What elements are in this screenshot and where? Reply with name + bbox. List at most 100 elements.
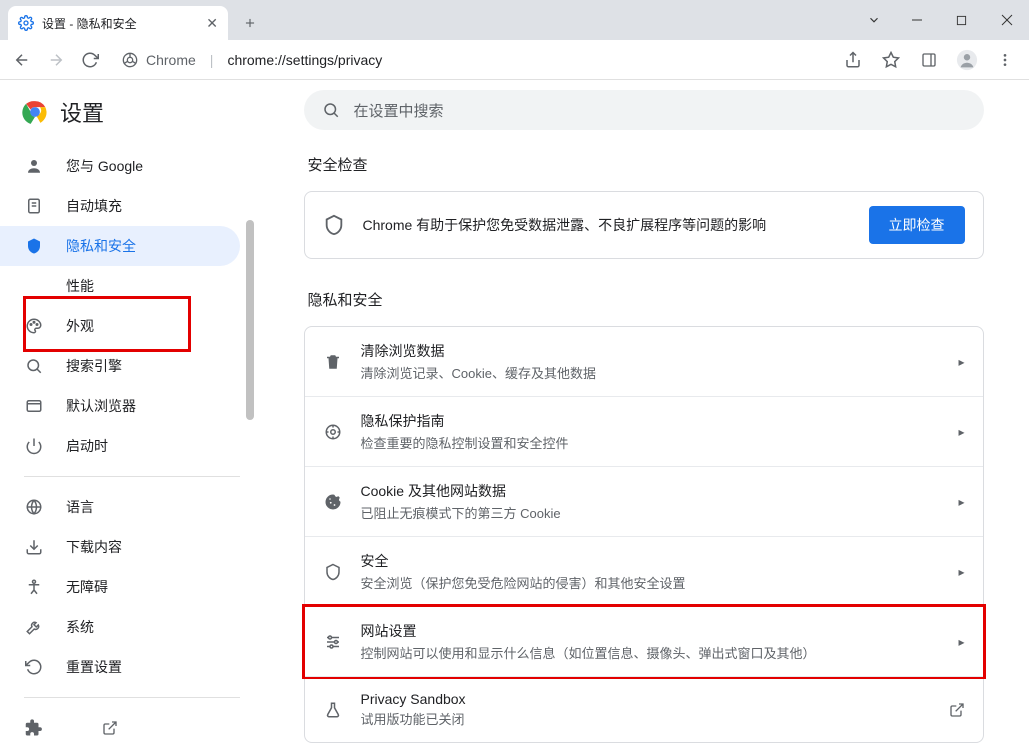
row-title: 清除浏览数据 — [361, 341, 941, 361]
sidebar-item-label: 性能 — [66, 276, 94, 296]
settings-sidebar: 设置 您与 Google 自动填充 隐私和安全 性能 外观 搜索引擎 默认浏览器… — [0, 80, 258, 749]
autofill-icon — [24, 196, 44, 216]
tab-title: 设置 - 隐私和安全 — [42, 15, 137, 32]
privacy-heading: 隐私和安全 — [308, 289, 984, 310]
sidebar-item-system[interactable]: 系统 — [0, 607, 240, 647]
sidebar-item-startup[interactable]: 启动时 — [0, 426, 240, 466]
sidebar-item-accessibility[interactable]: 无障碍 — [0, 567, 240, 607]
sidebar-item-label: 外观 — [66, 316, 94, 336]
row-clear-browsing-data[interactable]: 清除浏览数据清除浏览记录、Cookie、缓存及其他数据 ▸ — [305, 327, 983, 396]
shield-icon — [323, 214, 345, 236]
row-privacy-guide[interactable]: 隐私保护指南检查重要的隐私控制设置和安全控件 ▸ — [305, 396, 983, 466]
sidebar-item-label: 系统 — [66, 617, 94, 637]
shield-icon — [24, 236, 44, 256]
sidebar-item-downloads[interactable]: 下载内容 — [0, 527, 240, 567]
power-icon — [24, 436, 44, 456]
accessibility-icon — [24, 577, 44, 597]
bookmark-button[interactable] — [875, 44, 907, 76]
row-subtitle: 清除浏览记录、Cookie、缓存及其他数据 — [361, 363, 941, 382]
nav-back-button[interactable] — [8, 46, 36, 74]
download-icon — [24, 537, 44, 557]
external-link-icon — [102, 720, 118, 736]
sidebar-item-label: 语言 — [66, 497, 94, 517]
row-subtitle: 控制网站可以使用和显示什么信息（如位置信息、摄像头、弹出式窗口及其他） — [361, 643, 941, 662]
sidebar-item-reset[interactable]: 重置设置 — [0, 647, 240, 687]
new-tab-button[interactable] — [236, 9, 264, 37]
url-schema-label: Chrome — [146, 52, 196, 68]
chrome-page-icon — [122, 52, 138, 68]
external-link-icon — [949, 702, 965, 718]
security-check-text: Chrome 有助于保护您免受数据泄露、不良扩展程序等问题的影响 — [363, 215, 851, 235]
security-check-button[interactable]: 立即检查 — [869, 206, 965, 244]
row-subtitle: 试用版功能已关闭 — [361, 709, 931, 728]
wrench-icon — [24, 617, 44, 637]
browser-tab[interactable]: 设置 - 隐私和安全 ✕ — [8, 6, 228, 40]
privacy-list: 清除浏览数据清除浏览记录、Cookie、缓存及其他数据 ▸ 隐私保护指南检查重要… — [304, 326, 984, 743]
sidebar-item-languages[interactable]: 语言 — [0, 487, 240, 527]
tab-search-button[interactable] — [854, 5, 894, 35]
url-separator: | — [210, 52, 214, 68]
sidebar-item-label: 无障碍 — [66, 577, 108, 597]
sidebar-item-search[interactable]: 搜索引擎 — [0, 346, 240, 386]
palette-icon — [24, 316, 44, 336]
share-button[interactable] — [837, 44, 869, 76]
privacy-guide-icon — [323, 422, 343, 442]
shield-icon — [323, 562, 343, 582]
extension-icon — [24, 718, 44, 738]
chevron-right-icon: ▸ — [958, 565, 964, 579]
browser-icon — [24, 396, 44, 416]
chevron-right-icon: ▸ — [958, 495, 964, 509]
sidebar-item-performance[interactable]: 性能 — [0, 266, 240, 306]
sidebar-divider — [24, 697, 240, 698]
restore-icon — [24, 657, 44, 677]
nav-forward-button[interactable] — [42, 46, 70, 74]
sidebar-item-you-and-google[interactable]: 您与 Google — [0, 146, 240, 186]
window-controls — [854, 0, 1029, 40]
row-subtitle: 检查重要的隐私控制设置和安全控件 — [361, 433, 941, 452]
sidebar-item-label: 启动时 — [66, 436, 108, 456]
search-placeholder: 在设置中搜索 — [354, 100, 444, 121]
search-icon — [322, 101, 340, 119]
sidebar-item-privacy[interactable]: 隐私和安全 — [0, 226, 240, 266]
window-close-button[interactable] — [984, 5, 1029, 35]
address-bar[interactable]: Chrome | chrome://settings/privacy — [110, 45, 831, 75]
tab-close-icon[interactable]: ✕ — [206, 15, 218, 32]
profile-button[interactable] — [951, 44, 983, 76]
settings-page: 设置 您与 Google 自动填充 隐私和安全 性能 外观 搜索引擎 默认浏览器… — [0, 80, 1029, 749]
globe-icon — [24, 497, 44, 517]
sidepanel-button[interactable] — [913, 44, 945, 76]
window-titlebar: 设置 - 隐私和安全 ✕ — [0, 0, 1029, 40]
settings-search-input[interactable]: 在设置中搜索 — [304, 90, 984, 130]
flask-icon — [323, 700, 343, 720]
row-cookies[interactable]: Cookie 及其他网站数据已阻止无痕模式下的第三方 Cookie ▸ — [305, 466, 983, 536]
sliders-icon — [323, 632, 343, 652]
trash-icon — [323, 352, 343, 372]
sidebar-item-label: 默认浏览器 — [66, 396, 136, 416]
sidebar-item-appearance[interactable]: 外观 — [0, 306, 240, 346]
window-maximize-button[interactable] — [939, 5, 984, 35]
row-site-settings[interactable]: 网站设置控制网站可以使用和显示什么信息（如位置信息、摄像头、弹出式窗口及其他） … — [305, 606, 983, 676]
security-check-card: Chrome 有助于保护您免受数据泄露、不良扩展程序等问题的影响 立即检查 — [304, 191, 984, 259]
row-security[interactable]: 安全安全浏览（保护您免受危险网站的侵害）和其他安全设置 ▸ — [305, 536, 983, 606]
row-subtitle: 安全浏览（保护您免受危险网站的侵害）和其他安全设置 — [361, 573, 941, 592]
row-title: 网站设置 — [361, 621, 941, 641]
nav-reload-button[interactable] — [76, 46, 104, 74]
security-check-heading: 安全检查 — [308, 154, 984, 175]
menu-button[interactable] — [989, 44, 1021, 76]
sidebar-item-label: 您与 Google — [66, 156, 143, 176]
sidebar-item-label: 隐私和安全 — [66, 236, 136, 256]
chrome-logo-icon — [22, 99, 48, 125]
url-text: chrome://settings/privacy — [227, 52, 382, 68]
sidebar-item-default-browser[interactable]: 默认浏览器 — [0, 386, 240, 426]
search-icon — [24, 356, 44, 376]
chevron-right-icon: ▸ — [958, 355, 964, 369]
sidebar-item-label: 搜索引擎 — [66, 356, 122, 376]
chevron-right-icon: ▸ — [958, 425, 964, 439]
window-minimize-button[interactable] — [894, 5, 939, 35]
sidebar-item-extensions[interactable] — [0, 708, 240, 748]
sidebar-item-label: 下载内容 — [66, 537, 122, 557]
sidebar-item-autofill[interactable]: 自动填充 — [0, 186, 240, 226]
sidebar-item-label: 重置设置 — [66, 657, 122, 677]
sidebar-item-label: 自动填充 — [66, 196, 122, 216]
row-privacy-sandbox[interactable]: Privacy Sandbox试用版功能已关闭 — [305, 676, 983, 742]
